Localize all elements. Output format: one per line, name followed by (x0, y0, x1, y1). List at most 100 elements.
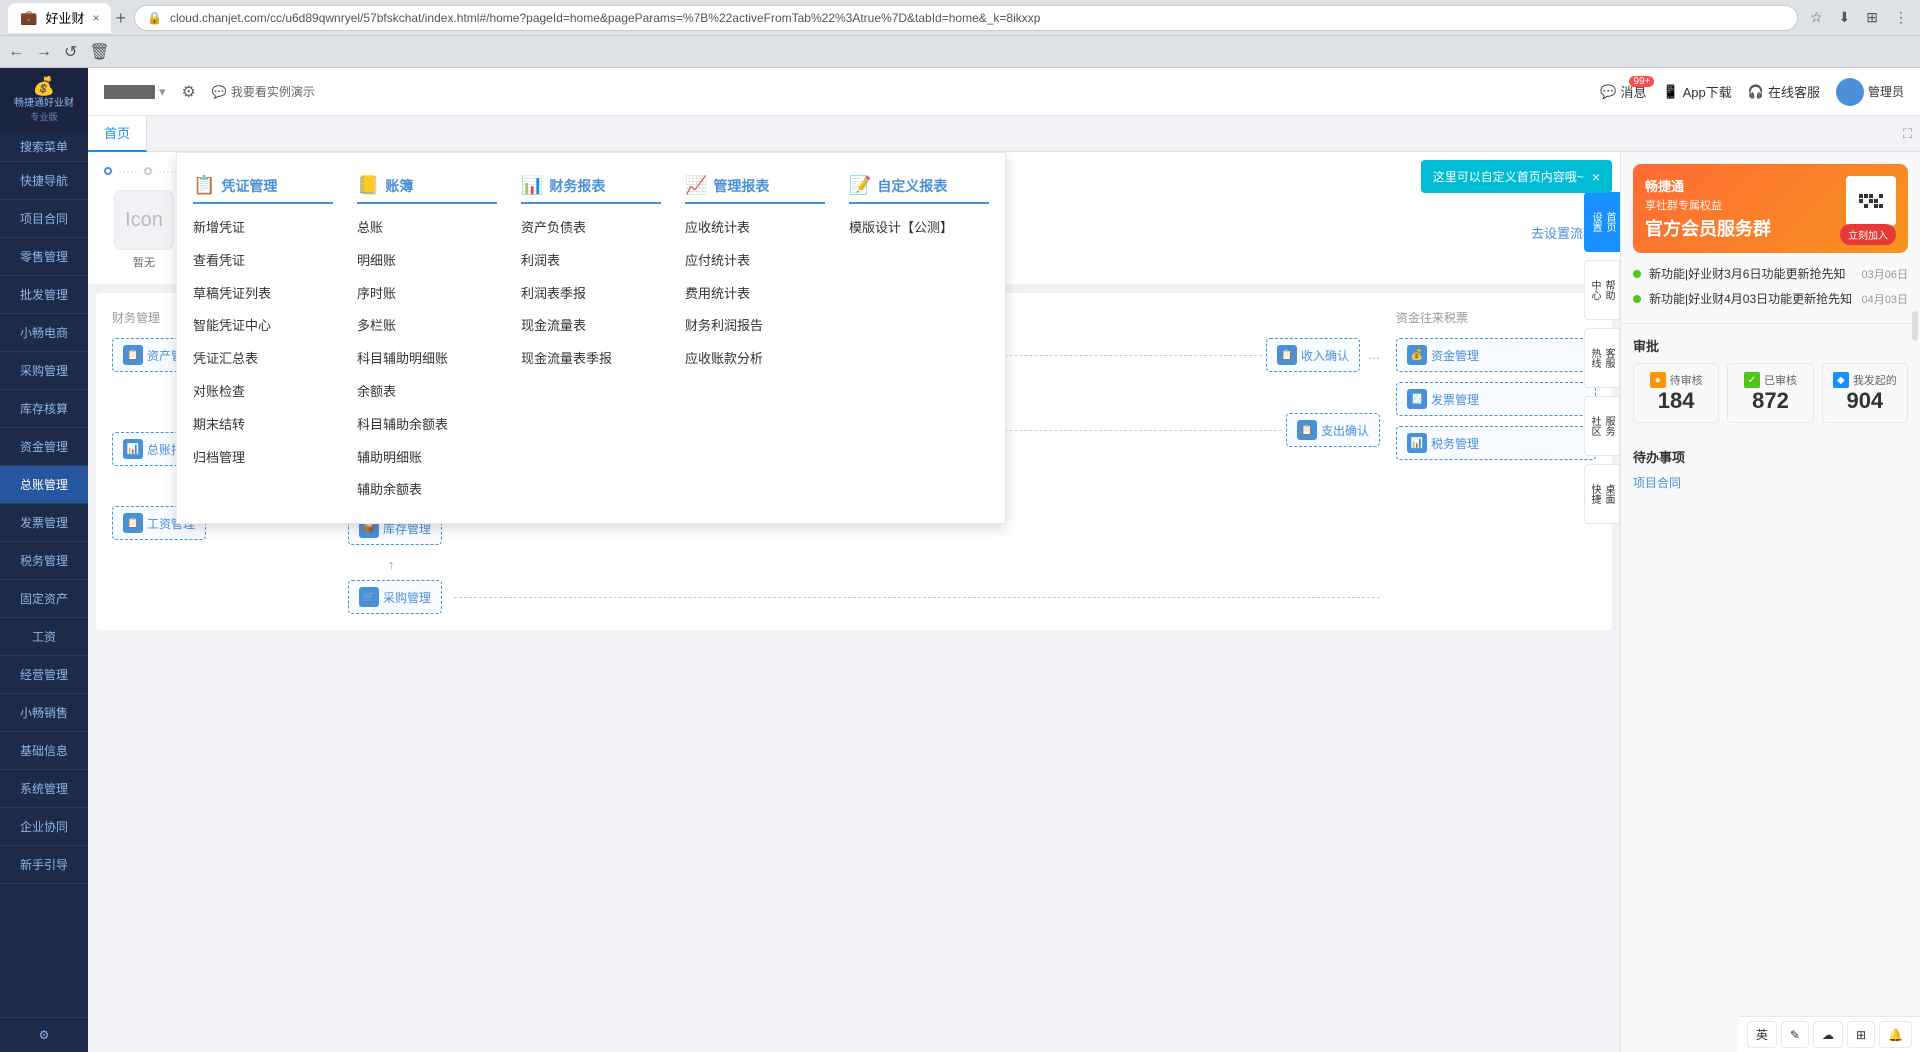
sidebar-item-system[interactable]: 系统管理 (0, 770, 88, 808)
demo-btn[interactable]: 💬 我要看实例演示 (212, 83, 315, 100)
dropdown-item-voucher-summary[interactable]: 凭证汇总表 (193, 343, 333, 376)
purchase-mgmt-btn[interactable]: 🛒 采购管理 (348, 580, 442, 614)
settings-gear-icon[interactable]: ⚙ (182, 82, 196, 102)
sidebar-item-fixed-assets[interactable]: 固定资产 (0, 580, 88, 618)
dropdown-item-draft-voucher[interactable]: 草稿凭证列表 (193, 278, 333, 311)
extensions-btn[interactable]: ⊞ (1862, 7, 1882, 28)
dropdown-item-subject-detail[interactable]: 科目辅助明细账 (357, 343, 497, 376)
sidebar-item-ledger[interactable]: 总账管理 (0, 466, 88, 504)
dropdown-item-period-end[interactable]: 期末结转 (193, 409, 333, 442)
dropdown-item-payable-stats[interactable]: 应付统计表 (685, 245, 825, 278)
todo-item-project[interactable]: 项目合同 (1633, 474, 1908, 491)
sra-service-hotline[interactable]: 客服热线 (1584, 328, 1620, 388)
bottom-btn-grid[interactable]: ⊞ (1847, 1021, 1875, 1048)
sra-home-settings[interactable]: 首页设置 (1584, 192, 1620, 252)
sidebar-item-tax[interactable]: 税务管理 (0, 542, 88, 580)
sidebar-item-finance[interactable]: 资金管理 (0, 428, 88, 466)
dropdown-item-receivable-analysis[interactable]: 应收账款分析 (685, 343, 825, 376)
dropdown-item-receivable-stats[interactable]: 应收统计表 (685, 212, 825, 245)
online-service-btn[interactable]: 🎧 在线客服 (1748, 82, 1820, 101)
company-selector[interactable]: ██████ ▾ (104, 84, 166, 100)
address-bar[interactable]: 🔒 cloud.chanjet.com/cc/u6d89qwnryel/57bf… (134, 5, 1798, 31)
invoice-mgmt-btn[interactable]: 🧾 发票管理 (1396, 382, 1596, 416)
dropdown-item-income-stmt[interactable]: 利润表 (521, 245, 661, 278)
dropdown-item-multi-col[interactable]: 多栏账 (357, 310, 497, 343)
back-btn[interactable]: ← (8, 43, 24, 61)
dropdown-item-cashflow[interactable]: 现金流量表 (521, 310, 661, 343)
bottom-btn-edit[interactable]: ✎ (1781, 1021, 1809, 1048)
dropdown-item-aux-balance[interactable]: 辅助余额表 (357, 474, 497, 507)
sidebar-item-newbie[interactable]: 新手引导 (0, 846, 88, 884)
forward-btn[interactable]: → (36, 43, 52, 61)
sidebar-item-purchase[interactable]: 采购管理 (0, 352, 88, 390)
join-group-btn[interactable]: 立刻加入 (1840, 224, 1896, 245)
dropdown-item-detail-ledger[interactable]: 明细账 (357, 245, 497, 278)
sidebar-item-mini-sales[interactable]: 小畅销售 (0, 694, 88, 732)
icon-tile-1[interactable]: Icon 暂无 (104, 190, 184, 274)
expense-confirm-btn[interactable]: 📋 支出确认 (1286, 413, 1380, 447)
sidebar-item-payroll[interactable]: 工资 (0, 618, 88, 656)
dropdown-item-aux-detail[interactable]: 辅助明细账 (357, 442, 497, 475)
dropdown-item-subject-balance[interactable]: 科目辅助余额表 (357, 409, 497, 442)
bottom-btn-cloud[interactable]: ☁ (1813, 1021, 1843, 1048)
dropdown-item-income-quarterly[interactable]: 利润表季报 (521, 278, 661, 311)
sidebar-item-retail[interactable]: 零售管理 (0, 238, 88, 276)
dropdown-item-add-voucher[interactable]: 新增凭证 (193, 212, 333, 245)
bottom-btn-lang[interactable]: 英 (1747, 1021, 1777, 1048)
sidebar-item-invoice[interactable]: 发票管理 (0, 504, 88, 542)
message-btn[interactable]: 💬 消息 99+ (1600, 82, 1646, 101)
flow-row-4: 🛒 采购管理 (348, 580, 1380, 614)
dropdown-col-voucher: 📋 凭证管理 新增凭证 查看凭证 草稿凭证列表 智能凭证中心 凭证汇总表 对账检… (193, 169, 333, 507)
sidebar-item-project-contract[interactable]: 项目合同 (0, 200, 88, 238)
sidebar-search[interactable]: 搜索菜单 (0, 132, 88, 162)
sidebar-item-wholesale[interactable]: 批发管理 (0, 276, 88, 314)
active-tab[interactable]: 💼 好业财 × (8, 3, 111, 33)
tax-mgmt-btn[interactable]: 📊 税务管理 (1396, 426, 1596, 460)
app-download-btn[interactable]: 📱 App下载 (1662, 82, 1731, 101)
refresh-btn[interactable]: ↺ (64, 42, 77, 62)
sidebar-item-company-coop[interactable]: 企业协同 (0, 808, 88, 846)
dropdown-item-journal[interactable]: 序时账 (357, 278, 497, 311)
dropdown-item-smart-voucher[interactable]: 智能凭证中心 (193, 310, 333, 343)
delete-history-btn[interactable]: 🗑 (89, 42, 109, 62)
tab-home[interactable]: 首页 (88, 116, 147, 152)
approval-card-done[interactable]: ✓ 已审核 872 (1727, 363, 1813, 423)
capital-mgmt-btn[interactable]: 💰 资金管理 (1396, 338, 1596, 372)
dropdown-item-archive[interactable]: 归档管理 (193, 442, 333, 475)
activity-date-2: 04月03日 (1862, 291, 1908, 307)
expand-icon[interactable]: ⛶ (1903, 126, 1912, 142)
new-tab-btn[interactable]: + (115, 9, 126, 27)
user-avatar[interactable]: 管理员 (1836, 78, 1904, 106)
approval-card-pending[interactable]: ● 待审核 184 (1633, 363, 1719, 423)
dropdown-item-view-voucher[interactable]: 查看凭证 (193, 245, 333, 278)
bookmark-btn[interactable]: ☆ (1806, 7, 1827, 28)
sidebar-item-quick-nav[interactable]: 快捷导航 (0, 162, 88, 200)
tab-close-btn[interactable]: × (92, 11, 99, 25)
settings-btn[interactable]: ⋮ (1890, 7, 1912, 28)
sidebar-settings-btn[interactable]: ⚙ (0, 1017, 88, 1052)
sidebar-item-ops[interactable]: 经营管理 (0, 656, 88, 694)
income-confirm-btn[interactable]: 📋 收入确认 (1266, 338, 1360, 372)
sra-community[interactable]: 服务社区 (1584, 396, 1620, 456)
dropdown-item-reconcile[interactable]: 对账检查 (193, 376, 333, 409)
bottom-btn-notification[interactable]: 🔔 (1879, 1021, 1912, 1048)
download-btn[interactable]: ⬇ (1835, 7, 1855, 28)
sra-help-center[interactable]: 帮助中心 (1584, 260, 1620, 320)
sidebar-item-inventory[interactable]: 库存核算 (0, 390, 88, 428)
todo-section: 待办事项 项目合同 (1621, 435, 1920, 503)
url-text: cloud.chanjet.com/cc/u6d89qwnryel/57bfsk… (170, 11, 1041, 25)
sra-desktop-shortcut[interactable]: 桌面快捷 (1584, 464, 1620, 524)
dropdown-item-expense-stats[interactable]: 费用统计表 (685, 278, 825, 311)
dropdown-item-template-design[interactable]: 模版设计【公测】 (849, 212, 989, 245)
sidebar-item-basic-info[interactable]: 基础信息 (0, 732, 88, 770)
sidebar-item-ecom[interactable]: 小畅电商 (0, 314, 88, 352)
right-panel: 畅捷通 享社群专属权益 官方会员服务群 立刻加入 (1620, 152, 1920, 1052)
dropdown-item-general-ledger[interactable]: 总账 (357, 212, 497, 245)
approval-card-initiated[interactable]: ◆ 我发起的 904 (1822, 363, 1908, 423)
tip-close-btn[interactable]: × (1592, 169, 1600, 185)
sidebar-logo[interactable]: 💰 畅捷通好业财 专业版 (0, 68, 88, 132)
dropdown-item-profit-report[interactable]: 财务利润报告 (685, 310, 825, 343)
dropdown-item-cashflow-quarterly[interactable]: 现金流量表季报 (521, 343, 661, 376)
dropdown-item-balance-sheet[interactable]: 资产负债表 (521, 212, 661, 245)
dropdown-item-balance[interactable]: 余额表 (357, 376, 497, 409)
